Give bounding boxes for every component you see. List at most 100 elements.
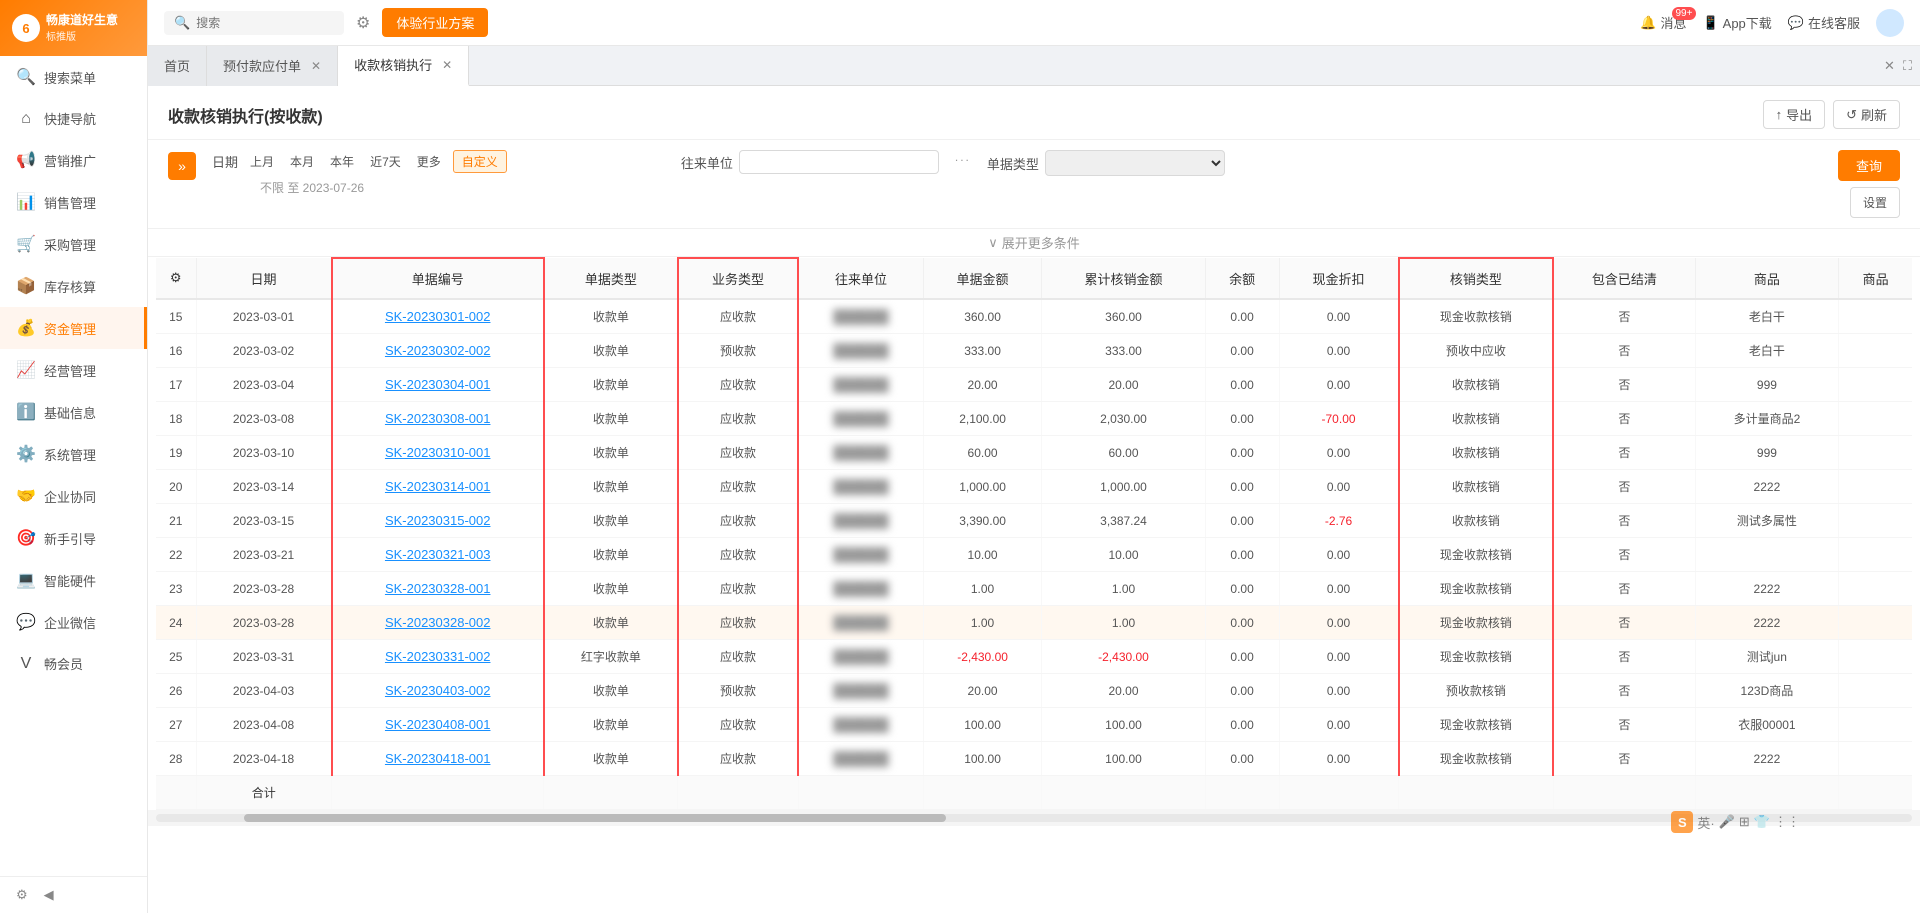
filter-single-type-label: 单据类型 xyxy=(987,154,1039,173)
inventory-icon: 📦 xyxy=(16,276,36,296)
row-singleno[interactable]: SK-20230408-001 xyxy=(332,708,544,742)
sidebar-label-guide: 新手引导 xyxy=(44,529,96,548)
row-singletype: 收款单 xyxy=(544,572,678,606)
row-singleno[interactable]: SK-20230403-002 xyxy=(332,674,544,708)
filter-date-buttons: 上月 本月 本年 近7天 更多 xyxy=(244,150,447,173)
sidebar-item-hardware[interactable]: 💻 智能硬件 xyxy=(0,559,147,601)
tab-home[interactable]: 首页 xyxy=(148,46,207,86)
row-balance: 0.00 xyxy=(1205,299,1279,334)
sidebar-collapse-icon[interactable]: ◀ xyxy=(44,887,54,903)
row-goods: 2222 xyxy=(1695,606,1839,640)
sidebar-label-hardware: 智能硬件 xyxy=(44,571,96,590)
col-header-gear[interactable]: ⚙ xyxy=(156,258,196,299)
row-writetype: 收款核销 xyxy=(1399,402,1554,436)
sidebar-settings-icon[interactable]: ⚙ xyxy=(16,887,28,903)
row-singleno[interactable]: SK-20230302-002 xyxy=(332,334,544,368)
scrollbar-thumb[interactable] xyxy=(244,814,946,822)
filter-date-7days[interactable]: 近7天 xyxy=(364,150,407,173)
query-button[interactable]: 查询 xyxy=(1838,150,1900,181)
row-goods: 2222 xyxy=(1695,470,1839,504)
app-download-wrap[interactable]: 📱 App下载 xyxy=(1702,13,1771,32)
tab-close-all-icon[interactable]: ✕ xyxy=(1884,58,1895,74)
row-singleno[interactable]: SK-20230301-002 xyxy=(332,299,544,334)
filter-date-custom-badge[interactable]: 自定义 xyxy=(453,150,507,173)
horizontal-scrollbar[interactable] xyxy=(156,814,1912,822)
tab-prepay-close[interactable]: ✕ xyxy=(311,59,321,73)
row-singleno[interactable]: SK-20230328-001 xyxy=(332,572,544,606)
sidebar-item-search[interactable]: 🔍 搜索菜单 xyxy=(0,56,147,98)
row-includecleared: 否 xyxy=(1553,742,1695,776)
col-header-goods: 商品 xyxy=(1695,258,1839,299)
row-singletype: 收款单 xyxy=(544,606,678,640)
table-gear-icon[interactable]: ⚙ xyxy=(170,270,182,285)
footer-cell xyxy=(1279,776,1398,810)
row-biztype: 应收款 xyxy=(678,572,798,606)
settings-gear-icon[interactable]: ⚙ xyxy=(356,13,370,33)
export-button[interactable]: ↑ 导出 xyxy=(1763,100,1826,129)
sidebar-item-purchase[interactable]: 🛒 采购管理 xyxy=(0,223,147,265)
row-singletype: 收款单 xyxy=(544,334,678,368)
row-singleno[interactable]: SK-20230310-001 xyxy=(332,436,544,470)
sidebar-item-member[interactable]: V 畅会员 xyxy=(0,643,147,684)
filter-date-last-month[interactable]: 上月 xyxy=(244,150,280,173)
row-no: 16 xyxy=(156,334,196,368)
expand-more-row[interactable]: ∨ 展开更多条件 xyxy=(148,229,1920,257)
tab-collection-close[interactable]: ✕ xyxy=(442,58,452,72)
sidebar-item-quicknav[interactable]: ⌂ 快捷导航 xyxy=(0,98,147,139)
row-accumulated: 333.00 xyxy=(1042,334,1205,368)
row-singleno[interactable]: SK-20230315-002 xyxy=(332,504,544,538)
row-singleno[interactable]: SK-20230331-002 xyxy=(332,640,544,674)
row-goods2 xyxy=(1839,299,1912,334)
sidebar-item-operation[interactable]: 📈 经营管理 xyxy=(0,349,147,391)
row-date: 2023-04-03 xyxy=(196,674,332,708)
filter-date-this-year[interactable]: 本年 xyxy=(324,150,360,173)
row-amount: 2,100.00 xyxy=(923,402,1042,436)
online-service-wrap[interactable]: 💬 在线客服 xyxy=(1788,13,1860,32)
row-singleno[interactable]: SK-20230418-001 xyxy=(332,742,544,776)
sidebar-item-inventory[interactable]: 📦 库存核算 xyxy=(0,265,147,307)
sidebar-item-guide[interactable]: 🎯 新手引导 xyxy=(0,517,147,559)
row-goods: 老白干 xyxy=(1695,334,1839,368)
row-singleno[interactable]: SK-20230304-001 xyxy=(332,368,544,402)
tab-fullscreen-icon[interactable]: ⛶ xyxy=(1903,58,1912,74)
sidebar-item-wechat[interactable]: 💬 企业微信 xyxy=(0,601,147,643)
filter-expand-button[interactable]: » xyxy=(168,152,196,180)
app-version: 标推版 xyxy=(46,28,118,43)
setting-button[interactable]: 设置 xyxy=(1850,187,1900,218)
tab-prepay[interactable]: 预付款应付单 ✕ xyxy=(207,46,338,86)
sidebar-item-marketing[interactable]: 📢 营销推广 xyxy=(0,139,147,181)
refresh-button[interactable]: ↺ 刷新 xyxy=(1833,100,1900,129)
sidebar-item-sales[interactable]: 📊 销售管理 xyxy=(0,181,147,223)
row-date: 2023-03-04 xyxy=(196,368,332,402)
row-singleno[interactable]: SK-20230314-001 xyxy=(332,470,544,504)
col-header-biztype: 业务类型 xyxy=(678,258,798,299)
row-goods2 xyxy=(1839,470,1912,504)
search-icon: 🔍 xyxy=(174,15,190,31)
filter-type-group: 单据类型 xyxy=(987,150,1225,176)
filter-date-this-month[interactable]: 本月 xyxy=(284,150,320,173)
row-singleno[interactable]: SK-20230328-002 xyxy=(332,606,544,640)
row-partner: ██████ xyxy=(798,742,923,776)
solution-button[interactable]: 体验行业方案 xyxy=(382,8,488,37)
filter-partner-input[interactable] xyxy=(739,150,939,174)
sidebar-bottom: ⚙ ◀ xyxy=(0,876,147,913)
row-singleno[interactable]: SK-20230321-003 xyxy=(332,538,544,572)
sidebar-item-system[interactable]: ⚙️ 系统管理 xyxy=(0,433,147,475)
user-avatar[interactable] xyxy=(1876,9,1904,37)
filter-date-more[interactable]: 更多 xyxy=(411,150,447,173)
filter-type-select[interactable] xyxy=(1045,150,1225,176)
topbar-search-box[interactable]: 🔍 xyxy=(164,11,344,35)
footer-cell xyxy=(1205,776,1279,810)
messages-badge-wrap[interactable]: 🔔 消息 99+ xyxy=(1640,13,1686,32)
filter-type-select-wrap xyxy=(1045,150,1225,176)
sidebar-item-enterprise[interactable]: 🤝 企业协同 xyxy=(0,475,147,517)
footer-cell xyxy=(1042,776,1205,810)
sidebar-item-basic[interactable]: ℹ️ 基础信息 xyxy=(0,391,147,433)
row-includecleared: 否 xyxy=(1553,436,1695,470)
row-singleno[interactable]: SK-20230308-001 xyxy=(332,402,544,436)
sidebar-item-finance[interactable]: 💰 资金管理 xyxy=(0,307,147,349)
row-accumulated: 60.00 xyxy=(1042,436,1205,470)
search-input[interactable] xyxy=(196,16,316,30)
tab-collection[interactable]: 收款核销执行 ✕ xyxy=(338,46,469,86)
page-title: 收款核销执行(按收款) xyxy=(168,103,323,127)
